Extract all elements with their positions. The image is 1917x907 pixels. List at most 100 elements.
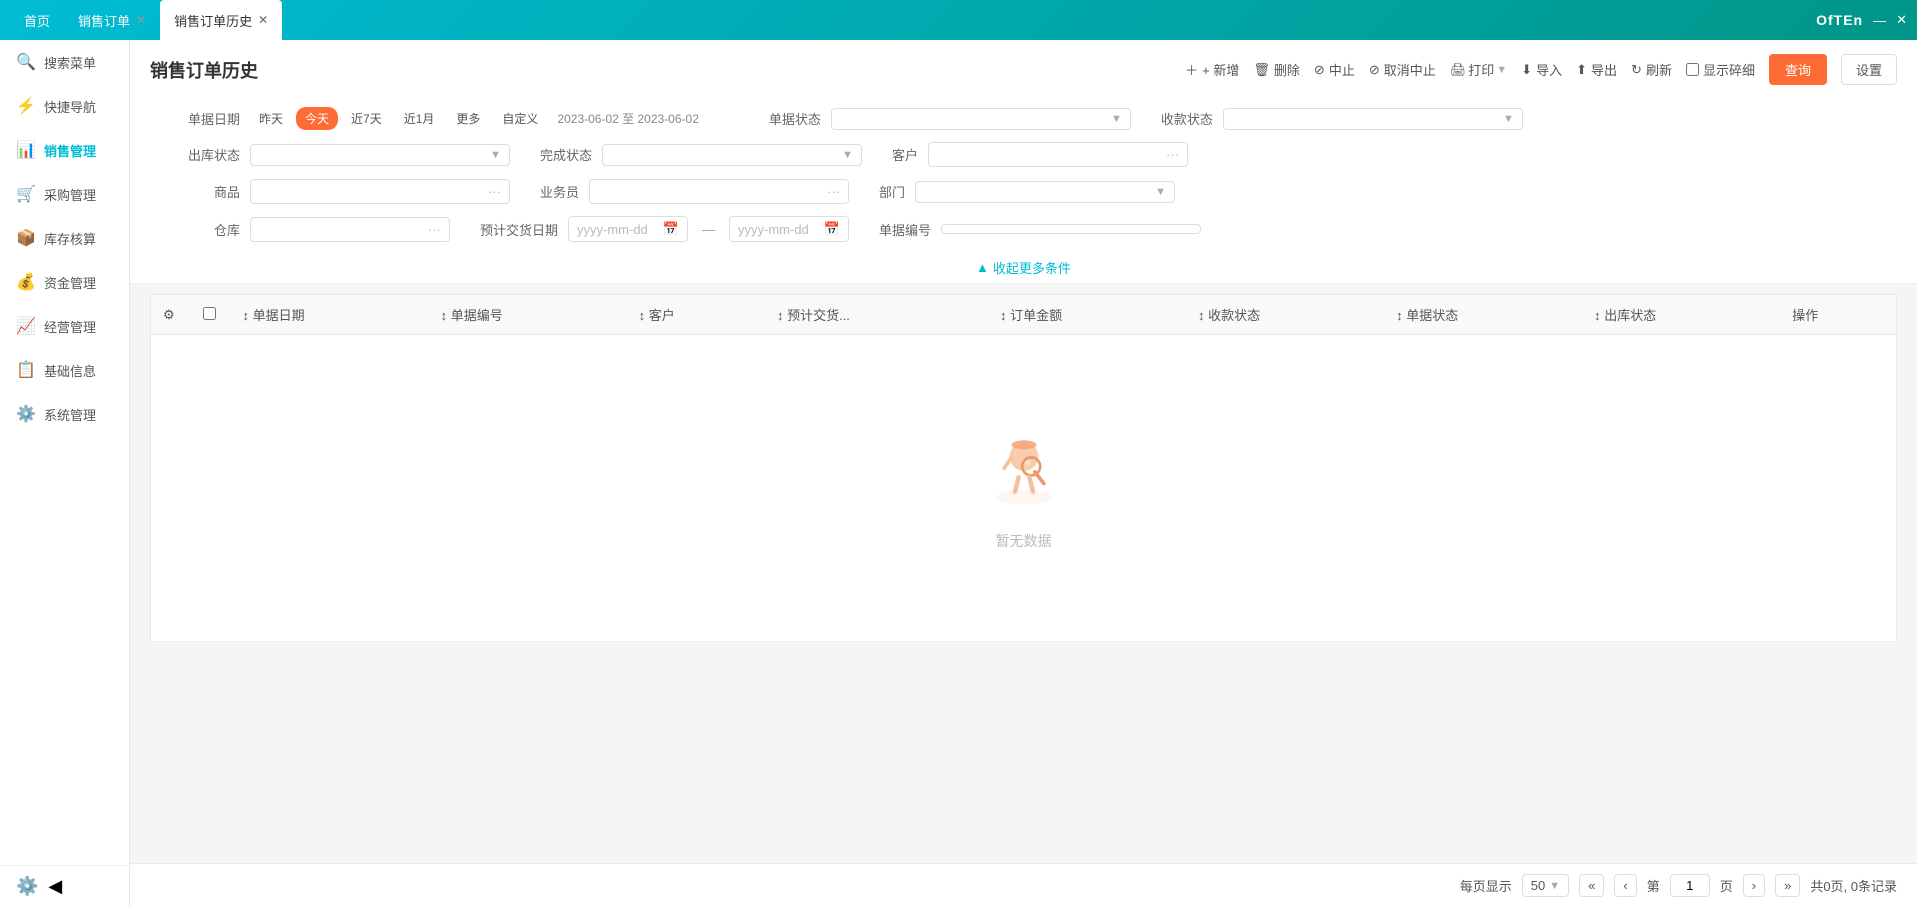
tab-sales-order-close[interactable]: ✕ (136, 13, 146, 27)
top-bar: 首页 销售订单 ✕ 销售订单历史 ✕ OfTEn — ✕ (0, 0, 1917, 40)
sidebar: 🔍 搜索菜单 ⚡ 快捷导航 📊 销售管理 🛒 采购管理 📦 库存核算 💰 资金管… (0, 40, 130, 907)
prev-page-button[interactable]: ‹ (1614, 874, 1636, 897)
bill-status-label: 单据状态 (769, 109, 821, 128)
empty-state: 暂无数据 (163, 345, 1884, 631)
settings-icon[interactable]: ⚙ (163, 307, 175, 322)
th-delivery[interactable]: ↕ 预计交货... (765, 295, 988, 335)
empty-state-illustration (979, 425, 1069, 515)
first-page-button[interactable]: « (1579, 874, 1604, 897)
sidebar-item-system-mgmt[interactable]: ⚙️ 系统管理 (0, 392, 129, 436)
date-btn-custom[interactable]: 自定义 (493, 107, 547, 130)
complete-status-select[interactable]: ▼ (602, 144, 862, 166)
page-label-pre: 第 (1647, 876, 1660, 895)
collapse-more-conditions[interactable]: ▲ 收起更多条件 (170, 254, 1877, 283)
next-page-button[interactable]: › (1743, 874, 1765, 897)
page-size-chevron-icon: ▼ (1549, 880, 1560, 892)
tab-sales-order-history-close[interactable]: ✕ (258, 13, 268, 27)
content-area: 销售订单历史 ＋ + 新增 🗑 删除 ⊘ 中止 ⊘ (130, 40, 1917, 907)
receipt-status-label: 收款状态 (1161, 109, 1213, 128)
filter-row-1: 单据日期 昨天 今天 近7天 近1月 更多 自定义 2023-06-02 至 2… (170, 107, 1877, 130)
quick-nav-icon: ⚡ (16, 96, 36, 116)
sidebar-item-base-info[interactable]: 📋 基础信息 (0, 348, 129, 392)
last-page-button[interactable]: » (1775, 874, 1800, 897)
base-info-icon: 📋 (16, 360, 36, 380)
display-cols-checkbox[interactable] (1686, 63, 1699, 76)
th-settings[interactable]: ⚙ (151, 295, 191, 335)
th-date[interactable]: ↕ 单据日期 (231, 295, 429, 335)
customer-dots-icon: ··· (1166, 147, 1179, 162)
filter-row-4: 仓库 ··· 预计交货日期 yyyy-mm-dd 📅 — yyyy-mm-dd … (170, 216, 1877, 242)
th-amount[interactable]: ↕ 订单金额 (988, 295, 1186, 335)
cancel-stop-icon: ⊘ (1369, 62, 1380, 78)
date-btn-yesterday[interactable]: 昨天 (250, 107, 292, 130)
warehouse-status-select[interactable]: ▼ (250, 144, 510, 166)
th-receipt-status[interactable]: ↕ 收款状态 (1186, 295, 1384, 335)
print-button[interactable]: 🖨 打印 ▼ (1450, 60, 1507, 79)
th-warehouse-status[interactable]: ↕ 出库状态 (1582, 295, 1780, 335)
sidebar-item-inventory[interactable]: 📦 库存核算 (0, 216, 129, 260)
display-cols-toggle[interactable]: 显示碎细 (1686, 60, 1755, 79)
calendar-from-icon[interactable]: 📅 (663, 221, 679, 237)
delivery-date-to[interactable]: yyyy-mm-dd 📅 (729, 216, 849, 242)
receipt-status-chevron-icon: ▼ (1503, 113, 1514, 125)
bill-number-input[interactable] (941, 224, 1201, 234)
salesperson-filter-input[interactable]: ··· (589, 179, 849, 204)
bill-status-select[interactable]: ▼ (831, 108, 1131, 130)
filter-row-2: 出库状态 ▼ 完成状态 ▼ 客户 ··· (170, 142, 1877, 167)
date-btn-7days[interactable]: 近7天 (342, 107, 391, 130)
th-number[interactable]: ↕ 单据编号 (429, 295, 627, 335)
warehouse-dots-icon: ··· (428, 222, 441, 237)
data-table: ⚙ ↕ 单据日期 ↕ 单据编号 (150, 294, 1897, 642)
th-customer[interactable]: ↕ 客户 (627, 295, 765, 335)
filter-row-3: 商品 ··· 业务员 ··· 部门 ▼ (170, 179, 1877, 204)
system-mgmt-icon: ⚙️ (16, 404, 36, 424)
delete-button[interactable]: 🗑 删除 (1253, 60, 1300, 79)
refresh-button[interactable]: ↻ 刷新 (1631, 60, 1672, 79)
query-button[interactable]: 查询 (1769, 54, 1827, 85)
window-close-icon[interactable]: ✕ (1896, 12, 1907, 28)
date-btn-today[interactable]: 今天 (296, 107, 338, 130)
sidebar-settings-icon[interactable]: ⚙️ (16, 876, 38, 897)
date-btn-1month[interactable]: 近1月 (395, 107, 444, 130)
sidebar-collapse-icon[interactable]: ◀ (48, 876, 62, 897)
sidebar-item-search-menu[interactable]: 🔍 搜索菜单 (0, 40, 129, 84)
tab-sales-order-history[interactable]: 销售订单历史 ✕ (160, 0, 282, 40)
settings-button[interactable]: 设置 (1841, 54, 1897, 85)
sidebar-item-sales-mgmt[interactable]: 📊 销售管理 (0, 128, 129, 172)
calendar-to-icon[interactable]: 📅 (824, 221, 840, 237)
dept-filter-select[interactable]: ▼ (915, 181, 1175, 203)
page-size-select[interactable]: 50 ▼ (1522, 874, 1569, 897)
empty-state-row: 暂无数据 (151, 335, 1897, 642)
warehouse-filter-input[interactable]: ··· (250, 217, 450, 242)
window-minimize-icon[interactable]: — (1873, 13, 1886, 28)
select-all-checkbox[interactable] (203, 307, 216, 320)
cancel-stop-button[interactable]: ⊘ 取消中止 (1369, 60, 1436, 79)
sidebar-item-quick-nav[interactable]: ⚡ 快捷导航 (0, 84, 129, 128)
stop-icon: ⊘ (1314, 62, 1325, 78)
page-number-input[interactable] (1670, 874, 1710, 897)
stop-button[interactable]: ⊘ 中止 (1314, 60, 1355, 79)
sidebar-bottom: ⚙️ ◀ (0, 865, 129, 907)
tab-home[interactable]: 首页 (10, 0, 64, 40)
customer-filter-label: 客户 (892, 145, 918, 164)
refresh-icon: ↻ (1631, 62, 1642, 78)
sidebar-item-purchase-mgmt[interactable]: 🛒 采购管理 (0, 172, 129, 216)
empty-text: 暂无数据 (996, 531, 1052, 551)
th-bill-status[interactable]: ↕ 单据状态 (1384, 295, 1582, 335)
delivery-date-from[interactable]: yyyy-mm-dd 📅 (568, 216, 688, 242)
receipt-status-select[interactable]: ▼ (1223, 108, 1523, 130)
export-button[interactable]: ⬆ 导出 (1576, 60, 1617, 79)
th-checkbox[interactable] (191, 295, 231, 335)
table-body: 暂无数据 (151, 335, 1897, 642)
bill-number-label: 单据编号 (879, 220, 931, 239)
sidebar-item-finance[interactable]: 💰 资金管理 (0, 260, 129, 304)
tab-sales-order[interactable]: 销售订单 ✕ (64, 0, 160, 40)
customer-filter-input[interactable]: ··· (928, 142, 1188, 167)
import-button[interactable]: ⬇ 导入 (1521, 60, 1562, 79)
sidebar-item-operations[interactable]: 📈 经营管理 (0, 304, 129, 348)
pagination-bar: 每页显示 50 ▼ « ‹ 第 页 › » 共0页, 0条记录 (130, 863, 1917, 907)
add-icon: ＋ (1185, 60, 1198, 79)
date-btn-more[interactable]: 更多 (447, 107, 489, 130)
add-button[interactable]: ＋ + 新增 (1185, 60, 1239, 79)
product-filter-input[interactable]: ··· (250, 179, 510, 204)
